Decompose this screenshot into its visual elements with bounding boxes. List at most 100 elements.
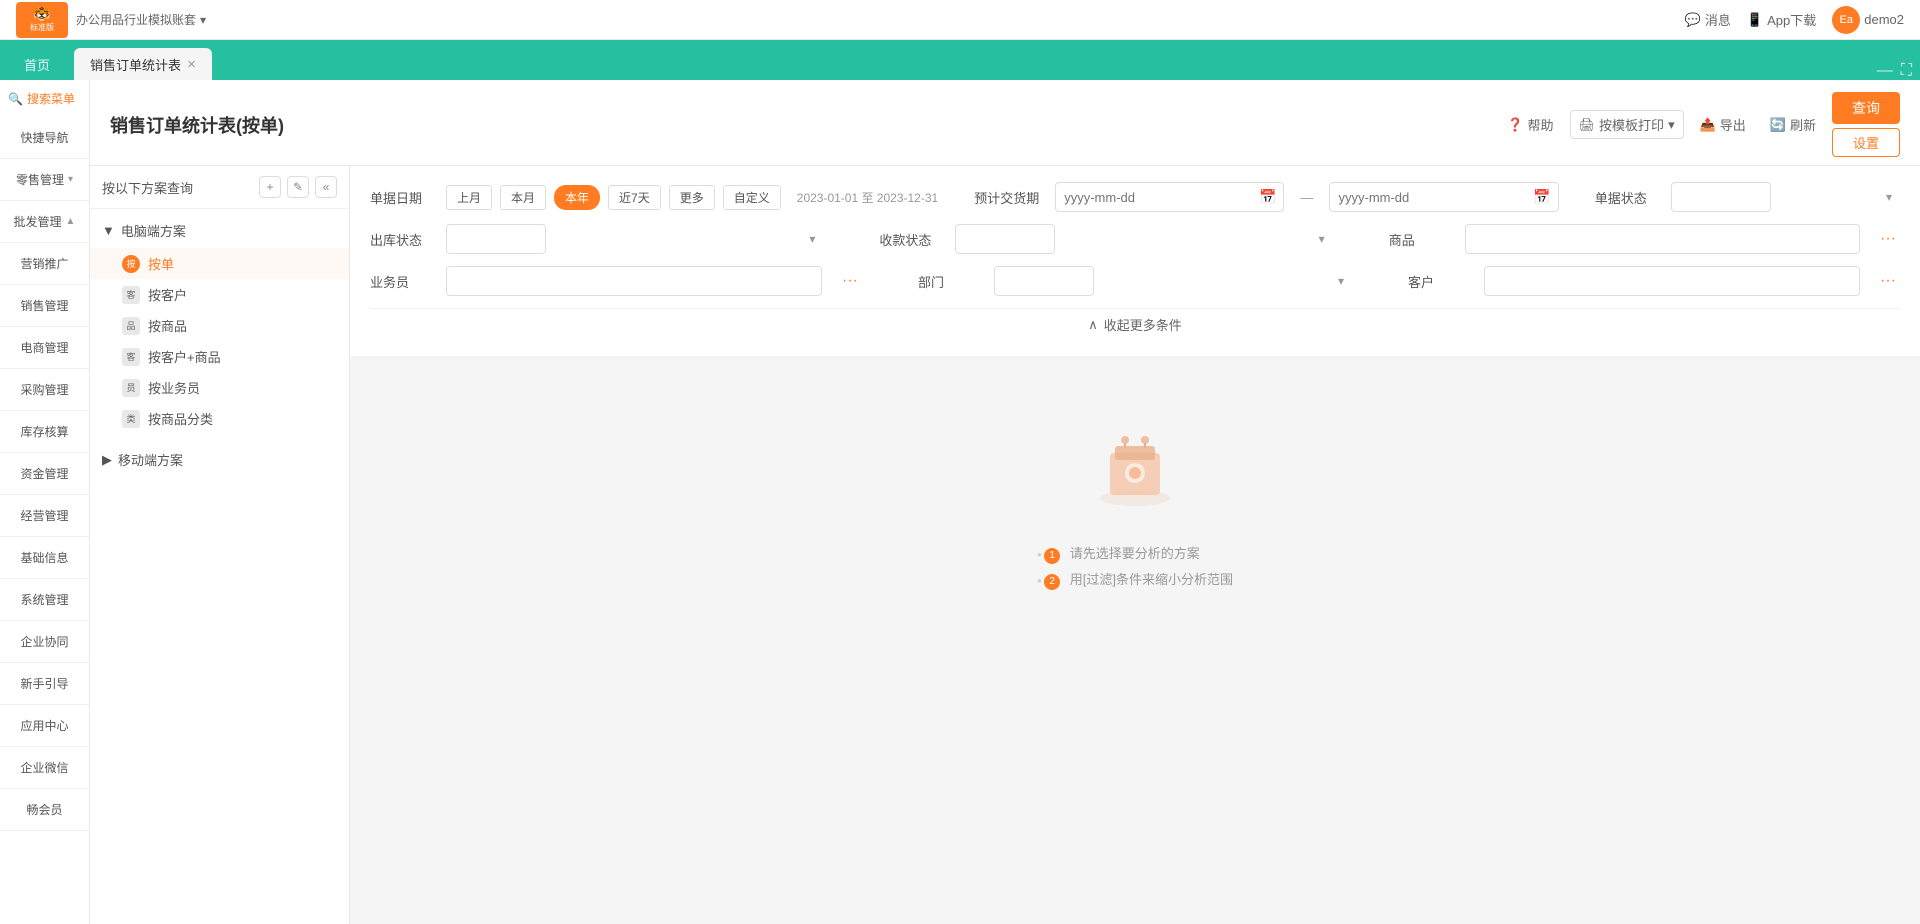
collapse-icon: « (323, 180, 330, 194)
help-button[interactable]: ❓ 帮助 (1499, 111, 1561, 138)
collection-status-select[interactable] (955, 224, 1055, 254)
scheme-by-salesperson[interactable]: 员 按业务员 (90, 372, 349, 403)
collapse-panel-button[interactable]: « (315, 176, 337, 198)
tab-close-icon[interactable]: ✕ (187, 58, 196, 71)
page-header-actions: ❓ 帮助 🖨 按模板打印 ▾ 📤 导出 🔄 刷新 查询 (1499, 92, 1900, 157)
tab-home[interactable]: 首页 (8, 48, 66, 80)
sidebar-item-finance[interactable]: 资金管理 (0, 453, 89, 495)
department-select-wrap (994, 266, 1352, 296)
mobile-scheme-parent[interactable]: ▶ 移动端方案 (90, 442, 349, 477)
sidebar-item-quick-nav[interactable]: 快捷导航 (0, 117, 89, 159)
calendar-start-icon: 📅 (1259, 189, 1276, 206)
settings-button[interactable]: 设置 (1832, 128, 1900, 157)
sidebar: 🔍 帮助 搜索菜单 快捷导航 零售管理 ▾ 批发管理 ▲ 营销推广 销售管理 电… (0, 80, 90, 924)
filter-section: 单据日期 上月 本月 本年 近7天 更多 自定义 2023-01-01 至 20… (350, 166, 1920, 356)
customer-more-icon[interactable]: ··· (1876, 272, 1900, 290)
department-label: 部门 (918, 272, 978, 291)
sidebar-item-enterprise[interactable]: 企业协同 (0, 621, 89, 663)
mobile-icon: 📱 (1747, 12, 1763, 28)
date-btn-last-month[interactable]: 上月 (446, 185, 492, 210)
refresh-label: 刷新 (1790, 115, 1816, 134)
sidebar-item-purchase[interactable]: 采购管理 (0, 369, 89, 411)
topbar-left: 🐯 标准版 办公用品行业模拟账套 ▾ (16, 2, 206, 38)
breadcrumb-text: 办公用品行业模拟账套 (76, 11, 196, 28)
goods-label: 商品 (1389, 230, 1449, 249)
collection-status-select-wrap (955, 224, 1332, 254)
add-scheme-button[interactable]: + (259, 176, 281, 198)
collection-status-label: 收款状态 (879, 230, 939, 249)
sidebar-item-newbie[interactable]: 新手引导 (0, 663, 89, 705)
app-download-button[interactable]: 📱 App下载 (1747, 10, 1816, 29)
edit-scheme-button[interactable]: ✎ (287, 176, 309, 198)
sidebar-item-wholesale[interactable]: 批发管理 ▲ (0, 201, 89, 243)
message-label: 消息 (1705, 10, 1731, 29)
scheme-by-customer-label: 按客户 (148, 285, 187, 304)
user-profile[interactable]: Ea demo2 (1832, 6, 1904, 34)
query-button[interactable]: 查询 (1832, 92, 1900, 124)
date-label: 单据日期 (370, 188, 430, 207)
print-button[interactable]: 🖨 按模板打印 ▾ (1570, 110, 1684, 139)
content-area: 销售订单统计表(按单) ❓ 帮助 🖨 按模板打印 ▾ 📤 导出 🔄 刷新 (90, 80, 1920, 924)
sidebar-item-retail[interactable]: 零售管理 ▾ (0, 159, 89, 201)
expected-date-end[interactable] (1329, 182, 1558, 212)
scheme-by-customer[interactable]: 客 按客户 (90, 279, 349, 310)
sidebar-item-inventory[interactable]: 库存核算 (0, 411, 89, 453)
department-select[interactable] (994, 266, 1094, 296)
scheme-by-customer-goods[interactable]: 客 按客户+商品 (90, 341, 349, 372)
date-btn-more[interactable]: 更多 (669, 185, 715, 210)
scheme-by-cg-label: 按客户+商品 (148, 347, 221, 366)
goods-input[interactable] (1465, 224, 1860, 254)
export-icon: 📤 (1700, 117, 1716, 133)
wholesale-arrow-icon: ▲ (66, 216, 76, 227)
scheme-by-order[interactable]: 按 按单 (90, 248, 349, 279)
export-button[interactable]: 📤 导出 (1692, 111, 1754, 138)
collapse-filter-button[interactable]: ∧ 收起更多条件 (370, 308, 1900, 340)
sidebar-item-member[interactable]: 畅会员 (0, 789, 89, 831)
date-btn-last7[interactable]: 近7天 (608, 185, 661, 210)
scheme-by-category[interactable]: 类 按商品分类 (90, 403, 349, 434)
expected-delivery-label: 预计交货期 (974, 188, 1039, 207)
sidebar-item-marketing[interactable]: 营销推广 (0, 243, 89, 285)
expected-date-start[interactable] (1055, 182, 1284, 212)
salesperson-more-icon[interactable]: ··· (838, 272, 862, 290)
print-label: 按模板打印 (1599, 115, 1664, 134)
sidebar-item-sales[interactable]: 销售管理 (0, 285, 89, 327)
salesperson-input[interactable] (446, 266, 822, 296)
left-panel-icons: + ✎ « (259, 176, 337, 198)
date-btn-this-month[interactable]: 本月 (500, 185, 546, 210)
tab-sales-label: 销售订单统计表 (90, 55, 181, 74)
expected-date-end-wrap: 📅 (1329, 182, 1558, 212)
scheme-by-order-label: 按单 (148, 254, 174, 273)
date-btn-custom[interactable]: 自定义 (723, 185, 781, 210)
help-label: 帮助 (1528, 115, 1554, 134)
left-panel-title: 按以下方案查询 (102, 178, 251, 197)
sidebar-item-enterprise-wechat[interactable]: 企业微信 (0, 747, 89, 789)
tab-home-label: 首页 (24, 55, 50, 74)
user-avatar: Ea (1832, 6, 1860, 34)
tabbar-actions: — ⛶ (1877, 62, 1920, 80)
scheme-by-cg-icon: 客 (122, 348, 140, 366)
refresh-button[interactable]: 🔄 刷新 (1762, 111, 1824, 138)
scheme-by-goods[interactable]: 品 按商品 (90, 310, 349, 341)
sidebar-item-operations[interactable]: 经营管理 (0, 495, 89, 537)
tab-sales-order-stats[interactable]: 销售订单统计表 ✕ (74, 48, 212, 80)
sidebar-item-search[interactable]: 🔍 帮助 搜索菜单 (0, 80, 89, 117)
sidebar-item-basic[interactable]: 基础信息 (0, 537, 89, 579)
minimize-icon[interactable]: — (1877, 62, 1893, 80)
app-download-label: App下载 (1767, 10, 1816, 29)
goods-more-icon[interactable]: ··· (1876, 230, 1900, 248)
date-dash: — (1300, 190, 1313, 205)
sidebar-item-system[interactable]: 系统管理 (0, 579, 89, 621)
salesperson-label: 业务员 (370, 272, 430, 291)
topbar-right: 💬 消息 📱 App下载 Ea demo2 (1685, 6, 1904, 34)
sidebar-item-app-center[interactable]: 应用中心 (0, 705, 89, 747)
date-btn-this-year[interactable]: 本年 (554, 185, 600, 210)
maximize-icon[interactable]: ⛶ (1901, 62, 1912, 80)
message-button[interactable]: 💬 消息 (1685, 10, 1731, 29)
customer-input[interactable] (1484, 266, 1860, 296)
sidebar-item-ecommerce[interactable]: 电商管理 (0, 327, 89, 369)
order-status-select[interactable] (1671, 182, 1771, 212)
ship-status-label: 出库状态 (370, 230, 430, 249)
pc-scheme-parent[interactable]: ▼ 电脑端方案 (90, 213, 349, 248)
ship-status-select[interactable] (446, 224, 546, 254)
